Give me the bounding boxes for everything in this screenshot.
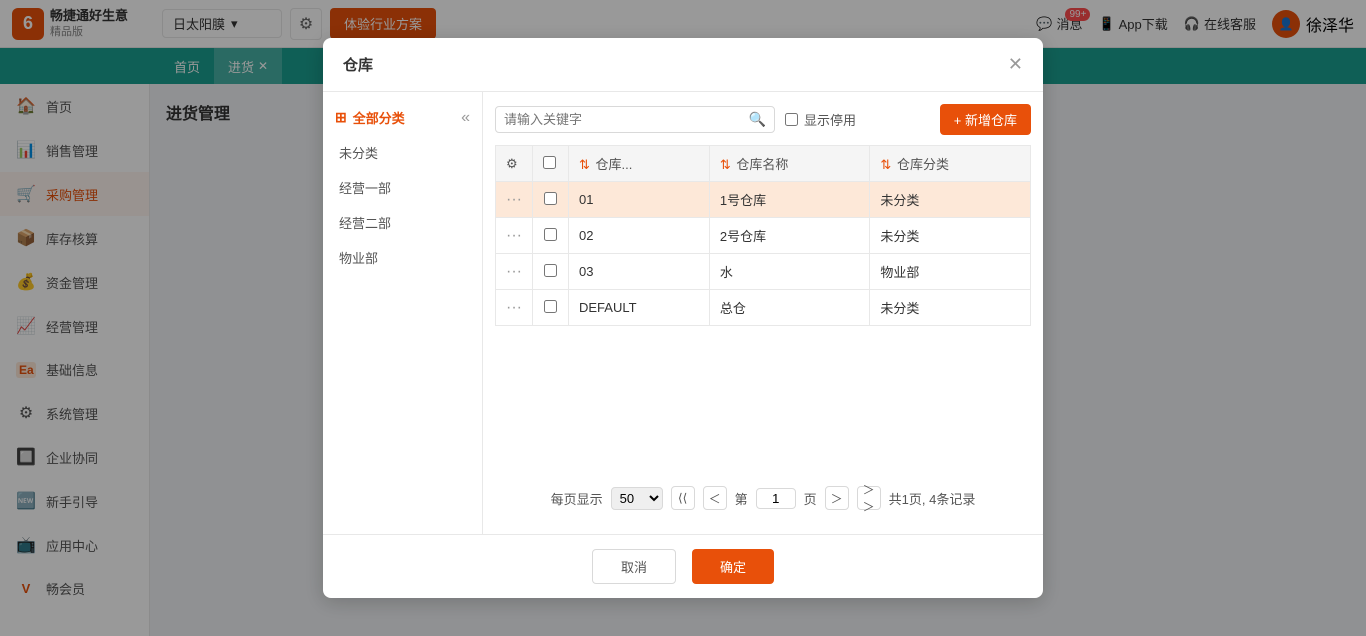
row-name: 总仓	[709, 290, 870, 326]
row-id: 01	[568, 182, 709, 218]
sort-icon-id: ⇅	[579, 157, 590, 172]
row-id: DEFAULT	[568, 290, 709, 326]
table-area: 🔍 显示停用 + 新增仓库 ⚙ ⇅	[483, 92, 1043, 534]
row-category: 未分类	[870, 218, 1031, 254]
col-name: ⇅ 仓库名称	[709, 146, 870, 182]
warehouse-table: ⚙ ⇅ 仓库... ⇅ 仓库名称 ⇅	[495, 145, 1031, 326]
modal-title: 仓库	[343, 54, 373, 75]
table-row[interactable]: ··· DEFAULT 总仓 未分类	[496, 290, 1031, 326]
search-icon[interactable]: 🔍	[749, 111, 766, 128]
search-box: 🔍	[495, 106, 775, 133]
grid-icon: ⊞	[335, 109, 347, 126]
table-row[interactable]: ··· 03 水 物业部	[496, 254, 1031, 290]
confirm-button[interactable]: 确定	[692, 549, 774, 584]
modal-header: 仓库 ✕	[323, 38, 1043, 92]
col-category: ⇅ 仓库分类	[870, 146, 1031, 182]
sort-icon-name: ⇅	[720, 157, 731, 172]
row-name: 2号仓库	[709, 218, 870, 254]
warehouse-modal: 仓库 ✕ ⊞ 全部分类 « 未分类 经营一部 经营二部 物业部	[323, 38, 1043, 598]
next-page-button[interactable]: ＞	[825, 486, 849, 510]
row-actions[interactable]: ···	[496, 290, 533, 326]
row-actions[interactable]: ···	[496, 218, 533, 254]
modal-body: ⊞ 全部分类 « 未分类 经营一部 经营二部 物业部 🔍	[323, 92, 1043, 534]
first-page-button[interactable]: ⟨⟨	[671, 486, 695, 510]
modal-close-button[interactable]: ✕	[1008, 54, 1023, 75]
category-item-operations1[interactable]: 经营一部	[323, 170, 482, 205]
select-all-checkbox[interactable]	[543, 156, 556, 169]
table-row[interactable]: ··· 01 1号仓库 未分类	[496, 182, 1031, 218]
table-row[interactable]: ··· 02 2号仓库 未分类	[496, 218, 1031, 254]
category-header: ⊞ 全部分类 «	[323, 100, 482, 135]
last-page-button[interactable]: ＞＞	[857, 486, 881, 510]
row-category: 未分类	[870, 290, 1031, 326]
row-actions[interactable]: ···	[496, 182, 533, 218]
sort-icon-category: ⇅	[880, 157, 891, 172]
row-name: 水	[709, 254, 870, 290]
category-item-operations2[interactable]: 经营二部	[323, 205, 482, 240]
row-category: 未分类	[870, 182, 1031, 218]
add-warehouse-button[interactable]: + 新增仓库	[940, 104, 1031, 135]
modal-overlay[interactable]: 仓库 ✕ ⊞ 全部分类 « 未分类 经营一部 经营二部 物业部	[0, 0, 1366, 636]
cancel-button[interactable]: 取消	[592, 549, 676, 584]
collapse-button[interactable]: «	[461, 109, 470, 127]
pagination: 每页显示 50 20 100 ⟨⟨ ＜ 第 页 ＞ ＞＞ 共1页, 4条记录	[495, 474, 1031, 522]
row-id: 03	[568, 254, 709, 290]
col-check	[532, 146, 568, 182]
category-sidebar: ⊞ 全部分类 « 未分类 经营一部 经营二部 物业部	[323, 92, 483, 534]
category-item-property[interactable]: 物业部	[323, 240, 482, 275]
page-input[interactable]	[756, 488, 796, 509]
all-categories[interactable]: ⊞ 全部分类	[335, 108, 405, 127]
search-input[interactable]	[504, 112, 749, 127]
per-page-select[interactable]: 50 20 100	[611, 487, 663, 510]
show-disabled-toggle[interactable]: 显示停用	[785, 110, 856, 129]
row-category: 物业部	[870, 254, 1031, 290]
row-check[interactable]	[532, 254, 568, 290]
col-gear: ⚙	[496, 146, 533, 182]
row-name: 1号仓库	[709, 182, 870, 218]
table-body: ··· 01 1号仓库 未分类 ··· 02 2号仓库 未分类	[496, 182, 1031, 326]
show-disabled-checkbox[interactable]	[785, 113, 798, 126]
row-check[interactable]	[532, 182, 568, 218]
row-check[interactable]	[532, 290, 568, 326]
row-check[interactable]	[532, 218, 568, 254]
table-toolbar: 🔍 显示停用 + 新增仓库	[495, 104, 1031, 135]
modal-footer: 取消 确定	[323, 534, 1043, 598]
table-header: ⚙ ⇅ 仓库... ⇅ 仓库名称 ⇅	[496, 146, 1031, 182]
row-actions[interactable]: ···	[496, 254, 533, 290]
category-item-unclassified[interactable]: 未分类	[323, 135, 482, 170]
col-id: ⇅ 仓库...	[568, 146, 709, 182]
prev-page-button[interactable]: ＜	[703, 486, 727, 510]
row-id: 02	[568, 218, 709, 254]
